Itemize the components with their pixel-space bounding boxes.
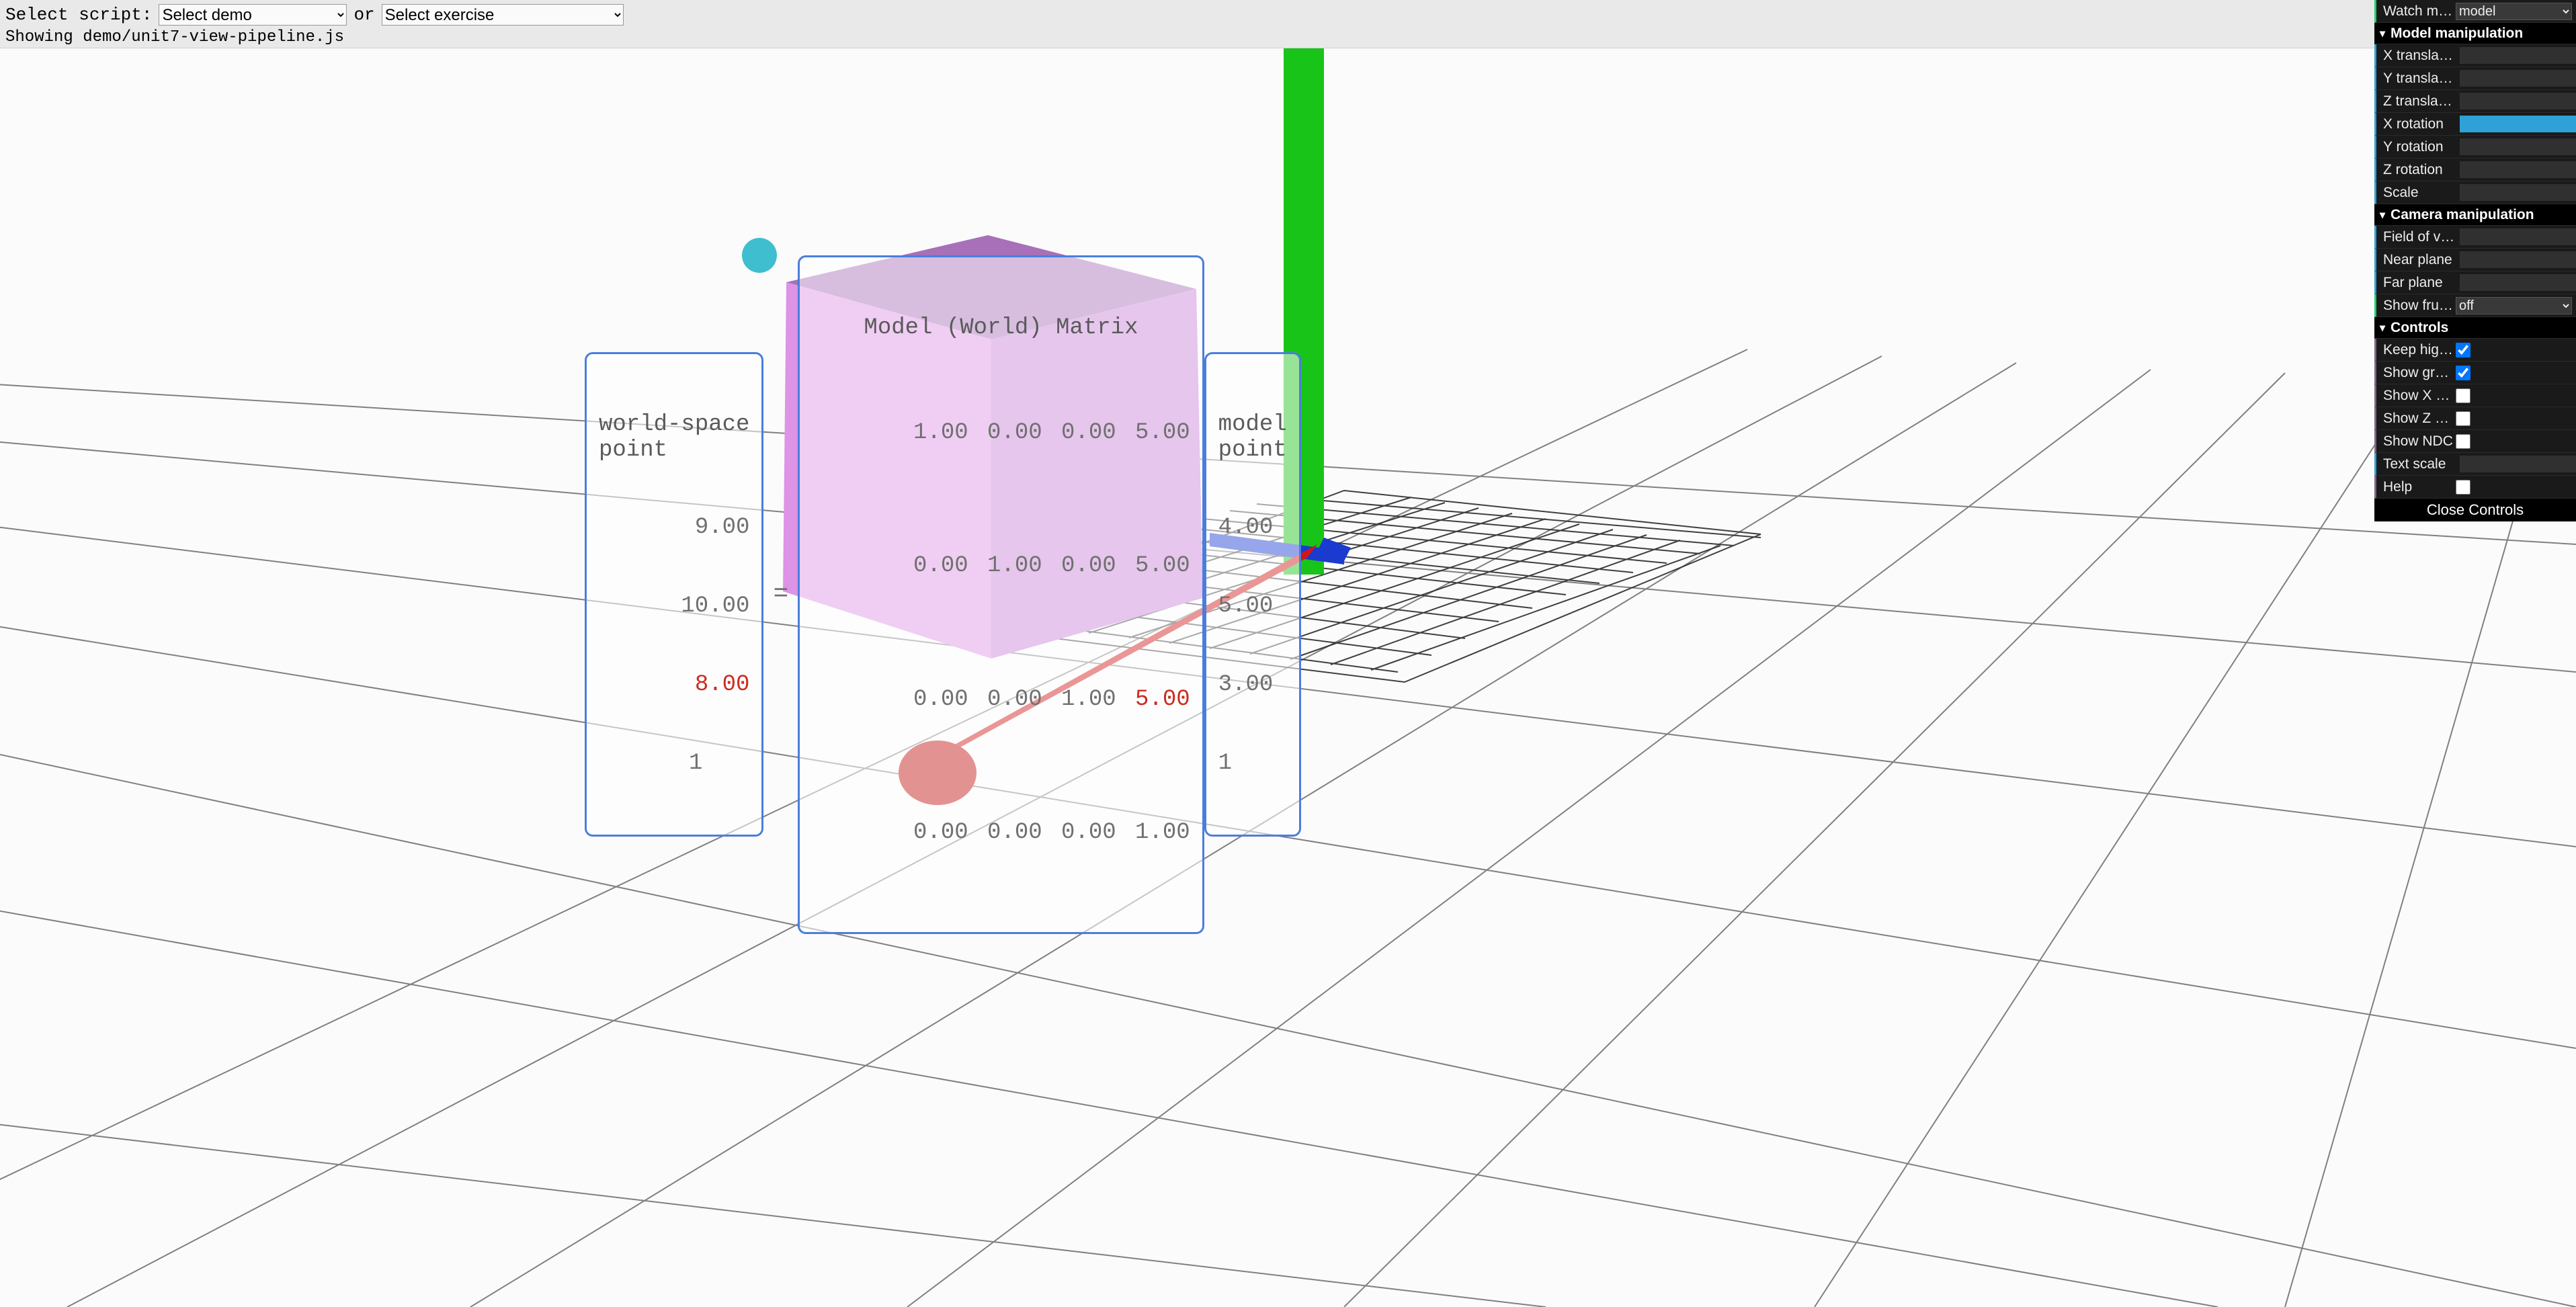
show-z-grid-row: Show Z grid — [2374, 407, 2576, 430]
control-panel: Watch matrix model ▾ Model manipulation … — [2374, 0, 2576, 521]
equals-sign: = — [763, 580, 798, 609]
folder-label: Camera manipulation — [2391, 207, 2534, 223]
scale-value[interactable] — [2460, 184, 2576, 201]
help-checkbox[interactable] — [2456, 480, 2470, 495]
show-z-grid-checkbox[interactable] — [2456, 411, 2470, 426]
text-scale-row: Text scale — [2374, 453, 2576, 476]
select-script-label: Select script: — [5, 5, 152, 25]
show-ground-checkbox[interactable] — [2456, 366, 2470, 380]
show-ndc-checkbox[interactable] — [2456, 434, 2470, 449]
show-ndc-row: Show NDC — [2374, 430, 2576, 453]
top-bar: Select script: Select demo or Select exe… — [0, 0, 2576, 48]
model-matrix-title: Model (World) Matrix — [812, 315, 1190, 341]
close-controls-button[interactable]: Close Controls — [2374, 499, 2576, 521]
folder-label: Model manipulation — [2391, 26, 2523, 42]
show-x-grid-row: Show X grid — [2374, 384, 2576, 407]
matrix-overlay: world-space point 9.00 10.00 8.00 1 = Mo… — [585, 255, 1301, 934]
world-space-point-box: world-space point 9.00 10.00 8.00 1 — [585, 352, 763, 837]
watch-matrix-row: Watch matrix model — [2374, 0, 2576, 23]
y-translation-row: Y translation — [2374, 67, 2576, 90]
folder-controls[interactable]: ▾ Controls — [2374, 317, 2576, 339]
x-rotation-row: X rotation — [2374, 113, 2576, 136]
scale-row: Scale — [2374, 181, 2576, 204]
model-matrix-box: Model (World) Matrix 1.000.000.005.00 0.… — [798, 255, 1204, 934]
exercise-select[interactable]: Select exercise — [382, 4, 624, 26]
help-row: Help — [2374, 476, 2576, 499]
showing-script-label: Showing demo/unit7-view-pipeline.js — [5, 26, 2571, 46]
show-frustum-row: Show frustum off — [2374, 294, 2576, 317]
y-rotation-row: Y rotation — [2374, 136, 2576, 159]
fov-value[interactable] — [2460, 228, 2576, 245]
y-rotation-value[interactable] — [2460, 138, 2576, 155]
model-point-box: model point 4.00 5.00 3.00 1 — [1204, 352, 1301, 837]
x-translation-row: X translation — [2374, 44, 2576, 67]
chevron-down-icon: ▾ — [2380, 27, 2385, 40]
z-translation-value[interactable] — [2460, 93, 2576, 110]
far-plane-value[interactable] — [2460, 274, 2576, 291]
keep-highlit-checkbox[interactable] — [2456, 343, 2470, 357]
x-rotation-value[interactable] — [2460, 116, 2576, 132]
chevron-down-icon: ▾ — [2380, 321, 2385, 335]
keep-highlit-row: Keep highlit — [2374, 339, 2576, 362]
watch-matrix-select[interactable]: model — [2456, 3, 2572, 20]
model-point-title: model point — [1218, 412, 1287, 463]
show-frustum-select[interactable]: off — [2456, 297, 2572, 314]
show-ground-row: Show ground — [2374, 362, 2576, 384]
x-translation-value[interactable] — [2460, 47, 2576, 64]
fov-row: Field of view — [2374, 226, 2576, 249]
folder-label: Controls — [2391, 320, 2448, 336]
y-translation-value[interactable] — [2460, 70, 2576, 87]
folder-model-manipulation[interactable]: ▾ Model manipulation — [2374, 23, 2576, 44]
near-plane-row: Near plane — [2374, 249, 2576, 271]
or-label: or — [354, 5, 374, 25]
z-translation-row: Z translation — [2374, 90, 2576, 113]
watch-matrix-label: Watch matrix — [2383, 3, 2456, 19]
far-plane-row: Far plane — [2374, 271, 2576, 294]
z-rotation-row: Z rotation — [2374, 159, 2576, 181]
demo-select[interactable]: Select demo — [159, 4, 347, 26]
show-x-grid-checkbox[interactable] — [2456, 388, 2470, 403]
z-rotation-value[interactable] — [2460, 161, 2576, 178]
world-space-title: world-space point — [599, 412, 749, 463]
text-scale-value[interactable] — [2460, 456, 2576, 472]
chevron-down-icon: ▾ — [2380, 208, 2385, 222]
near-plane-value[interactable] — [2460, 251, 2576, 268]
folder-camera-manipulation[interactable]: ▾ Camera manipulation — [2374, 204, 2576, 226]
